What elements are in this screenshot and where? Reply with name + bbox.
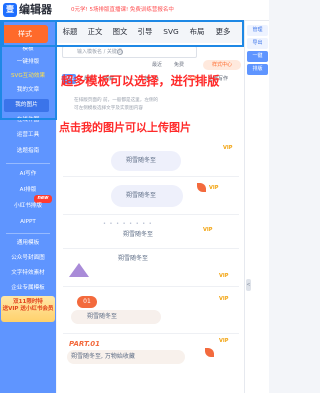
style-center-button[interactable]: 样式中心 — [203, 60, 241, 70]
sidebar-item-aippt[interactable]: AIPPT — [0, 216, 56, 229]
template-card[interactable]: 朔雪随冬至 VIP — [63, 143, 239, 177]
rail-layout-button[interactable]: 排版 — [247, 64, 268, 75]
template-card[interactable]: 朔雪随冬至 VIP — [63, 251, 239, 287]
template-card[interactable]: 朔雪随冬至 VIP — [63, 179, 239, 215]
rail-export-button[interactable]: 导出 — [247, 38, 268, 49]
brand-name: 编辑器 — [19, 3, 52, 16]
template-card-title: 朔雪随冬至 — [126, 157, 157, 164]
top-header: 壹 编辑器 0元学! 5场排版直播课! 免费训练营报名中 — [0, 0, 269, 21]
annotation-frame-tabs — [2, 20, 244, 47]
sidebar-item-general-templates[interactable]: 通用模板 — [0, 237, 56, 250]
vip-badge: VIP — [223, 145, 233, 151]
sidebar-item-cover-image[interactable]: 公众号封面图 — [0, 252, 56, 265]
vip-badge: VIP — [209, 185, 219, 191]
template-card[interactable]: 01 朔雪随冬至 VIP — [63, 290, 239, 334]
sidebar-divider — [6, 233, 50, 234]
sidebar-item-text-effects[interactable]: 文字特效素材 — [0, 267, 56, 280]
mountain-icon — [69, 263, 89, 277]
promo-line-1: 双11限时特 — [13, 299, 43, 305]
sidebar-item-xiaohongshu[interactable]: 小红书排版 — [0, 200, 56, 213]
filter-recent[interactable]: 最近 — [152, 61, 162, 70]
template-search-input[interactable]: 输入模板名 / 关键词 — [62, 46, 197, 58]
part-label: PART.01 — [69, 340, 100, 348]
template-card-title: 朔雪随冬至 — [126, 192, 157, 199]
annotation-upload: 点击我的图片可以上传图片 — [59, 121, 191, 134]
sidebar-item-topic-guide[interactable]: 选题指南 — [0, 145, 56, 158]
template-card-title: 朔雪随冬至 — [118, 255, 149, 262]
vip-badge: VIP — [219, 273, 229, 279]
sidebar-item-ops-tools[interactable]: 运营工具 — [0, 129, 56, 142]
template-card-title: 朔雪随冬至 — [87, 313, 118, 320]
sidebar-item-ai-writing[interactable]: AI写作 — [0, 168, 56, 181]
sidebar-item-enterprise[interactable]: 企业专属模板 — [0, 282, 56, 295]
rail-oneclick-button[interactable]: 一键 — [247, 51, 268, 62]
vip-badge: VIP — [219, 338, 229, 344]
promo-notice[interactable]: 0元学! 5场排版直播课! 免费训练营报名中 — [71, 5, 221, 15]
hint-line-1: 在排版页面的 前，一般都是这里，左侧的 — [74, 98, 159, 103]
dots-decoration: • • • • • • • • — [103, 221, 153, 227]
annotation-templates: 超多模板可以选择，进行排版 — [61, 74, 220, 88]
template-card[interactable]: • • • • • • • • 朔雪随冬至 VIP — [63, 217, 239, 249]
right-rail: 管理 导出 一键 排版 < — [244, 21, 269, 393]
search-icon — [117, 49, 123, 55]
promo-line-2: 送VIP 送小红书会员 — [2, 306, 54, 312]
filter-free[interactable]: 免费 — [174, 61, 184, 70]
vip-badge: VIP — [203, 227, 213, 233]
vip-promo-banner[interactable]: 双11限时特 送VIP 送小红书会员 — [1, 296, 55, 322]
app-logo[interactable]: 壹 — [3, 3, 17, 17]
sidebar-divider — [6, 163, 50, 164]
hint-line-2: 可左侧模板选择文字及实景图内容 — [74, 106, 143, 111]
editor-app: 壹 编辑器 0元学! 5场排版直播课! 免费训练营报名中 样式 模板 一键排版 … — [0, 0, 269, 393]
leaf-icon — [197, 183, 206, 192]
rail-manage-button[interactable]: 管理 — [247, 25, 268, 36]
collapse-handle[interactable]: < — [246, 279, 251, 291]
leaf-icon — [205, 348, 214, 357]
template-card[interactable]: PART.01 朔雪随冬至, 万物始收藏 VIP — [63, 336, 239, 393]
vip-badge: VIP — [219, 296, 229, 302]
section-number-badge: 01 — [77, 296, 97, 308]
template-card-title: 朔雪随冬至 — [123, 231, 154, 238]
template-card-title: 朔雪随冬至, 万物始收藏 — [71, 353, 135, 360]
